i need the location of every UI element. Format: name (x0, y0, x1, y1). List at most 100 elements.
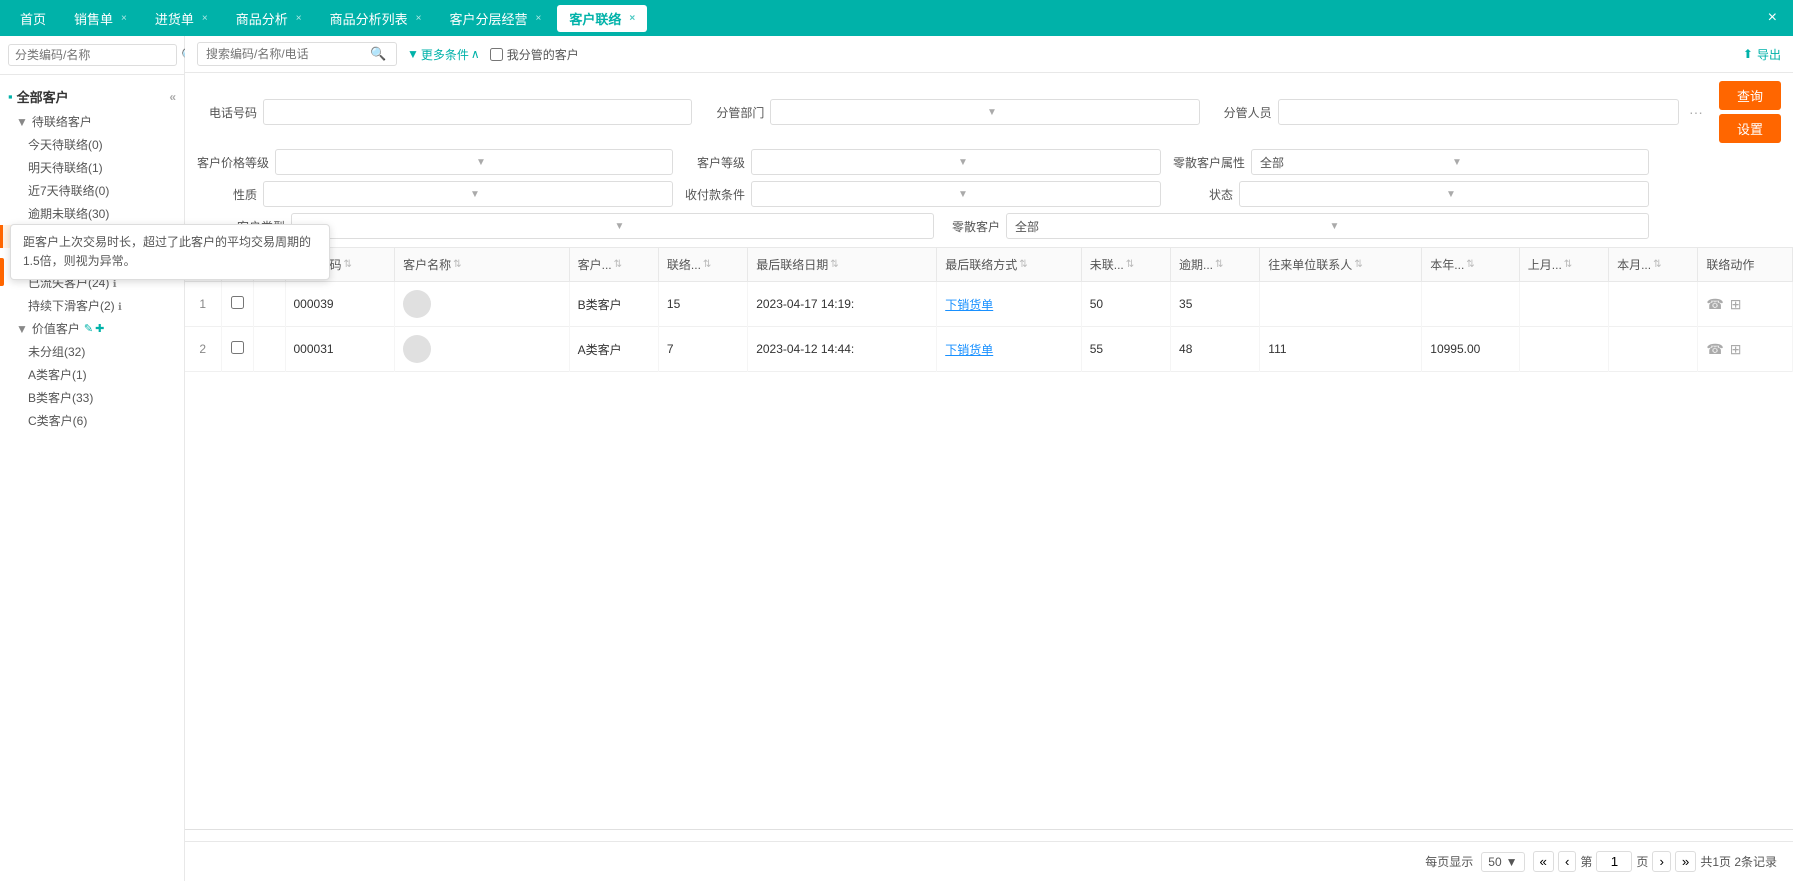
sidebar-item-b-class[interactable]: B类客户(33) (0, 386, 184, 409)
my-customers-checkbox[interactable] (490, 48, 503, 61)
add-value-icon[interactable]: ✚ (95, 322, 104, 335)
person-select[interactable] (1278, 99, 1679, 125)
scatter-customer-select[interactable]: 全部 ▼ (1006, 213, 1649, 239)
customer-level-arrow-icon: ▼ (958, 157, 1152, 168)
nature-arrow-icon: ▼ (470, 189, 664, 200)
sort-last-contact-method[interactable]: 最后联络方式 ⇅ (945, 256, 1073, 273)
sort-not-contacted[interactable]: 未联... ⇅ (1090, 256, 1162, 273)
customer-level-select[interactable]: ▼ (751, 149, 1161, 175)
close-product-analysis-icon[interactable]: × (296, 13, 302, 24)
row-last-method-2[interactable]: 下销货单 (937, 327, 1082, 372)
row-select-checkbox-1[interactable] (231, 296, 244, 309)
price-level-select[interactable]: ▼ (275, 149, 673, 175)
sidebar-item-overdue[interactable]: 逾期未联络(30) (0, 202, 184, 225)
search-input[interactable] (206, 47, 366, 61)
nav-customer-contact[interactable]: 客户联络 × (557, 5, 647, 32)
close-customer-contact-icon[interactable]: × (629, 13, 635, 24)
page-unit: 页 (1636, 853, 1648, 870)
sidebar-root[interactable]: ▪ 全部客户 « (0, 83, 184, 110)
sort-contact-person[interactable]: 往来单位联系人 ⇅ (1268, 256, 1413, 273)
horizontal-scrollbar[interactable] (185, 829, 1793, 841)
close-customer-tier-icon[interactable]: × (535, 13, 541, 24)
more-action-icon-2[interactable]: ⊞ (1730, 341, 1742, 358)
scatter-attr-select[interactable]: 全部 ▼ (1251, 149, 1649, 175)
dept-select[interactable]: ▼ (770, 99, 1199, 125)
sort-contact[interactable]: 联络... ⇅ (667, 256, 739, 273)
row-last-method-1[interactable]: 下销货单 (937, 282, 1082, 327)
sort-customer-type[interactable]: 客户... ⇅ (578, 256, 650, 273)
sort-overdue-icon: ⇅ (1215, 259, 1223, 270)
row-name-2 (395, 327, 569, 372)
th-this-year: 本年... ⇅ (1422, 248, 1520, 282)
query-btn[interactable]: 查询 (1719, 81, 1781, 110)
nav-sales[interactable]: 销售单 × (62, 5, 139, 32)
nature-select[interactable]: ▼ (263, 181, 673, 207)
filter-scatter-attr: 零散客户属性 全部 ▼ (1173, 149, 1649, 175)
more-conditions-btn[interactable]: ▼ 更多条件 ∧ (407, 46, 480, 63)
row-thismonth-2 (1609, 327, 1698, 372)
sort-this-month[interactable]: 本月... ⇅ (1617, 256, 1689, 273)
global-close-icon[interactable]: × (1760, 9, 1785, 27)
phone-label: 电话号码 (197, 104, 257, 121)
th-customer-name: 客户名称 ⇅ (395, 248, 569, 282)
page-next-btn[interactable]: › (1652, 851, 1670, 872)
sort-last-month[interactable]: 上月... ⇅ (1528, 256, 1600, 273)
edit-value-icon[interactable]: ✎ (84, 322, 93, 335)
nav-product-analysis[interactable]: 商品分析 × (224, 5, 314, 32)
sidebar-item-tomorrow[interactable]: 明天待联络(1) (0, 156, 184, 179)
sort-customer-name[interactable]: 客户名称 ⇅ (403, 256, 560, 273)
method-link-1[interactable]: 下销货单 (945, 298, 993, 312)
row-select-checkbox-2[interactable] (231, 341, 244, 354)
sort-thismonth-icon: ⇅ (1653, 259, 1661, 270)
phone-action-icon-2[interactable]: ☎ (1706, 341, 1723, 358)
filter-scatter-customer: 零散客户 全部 ▼ (940, 213, 1649, 239)
sidebar-item-c-class[interactable]: C类客户(6) (0, 409, 184, 432)
page-input[interactable] (1596, 851, 1632, 872)
page-size-select[interactable]: 50 ▼ (1481, 852, 1524, 872)
sidebar-search-input[interactable] (8, 44, 177, 66)
phone-input[interactable] (263, 99, 692, 125)
close-sales-icon[interactable]: × (121, 13, 127, 24)
search-icon[interactable]: 🔍 (370, 46, 386, 62)
export-btn[interactable]: ⬆ 导出 (1743, 46, 1781, 63)
close-product-list-icon[interactable]: × (416, 13, 422, 24)
row-checkbox-2[interactable] (221, 327, 253, 372)
filter-person: 分管人员 ··· (1212, 99, 1707, 125)
advanced-filters: 电话号码 分管部门 ▼ 分管人员 ··· (185, 73, 1793, 248)
nav-purchase[interactable]: 进货单 × (143, 5, 220, 32)
nav-customer-tier[interactable]: 客户分层经营 × (437, 5, 553, 32)
settings-btn[interactable]: 设置 (1719, 114, 1781, 143)
person-dots-icon[interactable]: ··· (1685, 104, 1707, 120)
sort-last-contact-date[interactable]: 最后联络日期 ⇅ (756, 256, 928, 273)
th-last-month: 上月... ⇅ (1519, 248, 1608, 282)
sort-overdue[interactable]: 逾期... ⇅ (1179, 256, 1251, 273)
sidebar-item-ungrouped[interactable]: 未分组(32) (0, 340, 184, 363)
status-select[interactable]: ▼ (1239, 181, 1649, 207)
customer-type-select[interactable]: ▼ (291, 213, 934, 239)
row-overdue-1: 35 (1171, 282, 1260, 327)
page-prev-btn[interactable]: ‹ (1558, 851, 1576, 872)
row-contact-1: 15 (658, 282, 747, 327)
page-first-btn[interactable]: « (1533, 851, 1554, 872)
nav-product-list[interactable]: 商品分析列表 × (318, 5, 434, 32)
filter-nature: 性质 ▼ (197, 181, 673, 207)
sidebar-item-7days[interactable]: 近7天待联络(0) (0, 179, 184, 202)
sort-this-year[interactable]: 本年... ⇅ (1430, 256, 1511, 273)
row-checkbox-1[interactable] (221, 282, 253, 327)
total-label: 共1页 2条记录 (1700, 853, 1777, 870)
page-last-btn[interactable]: » (1675, 851, 1696, 872)
filter-icon: ▼ (407, 47, 419, 61)
nav-home[interactable]: 首页 (8, 5, 58, 32)
sidebar-item-a-class[interactable]: A类客户(1) (0, 363, 184, 386)
sort-icon: ⇅ (344, 259, 352, 270)
sidebar-item-declining[interactable]: 持续下滑客户(2) ℹ (0, 294, 184, 317)
method-link-2[interactable]: 下销货单 (945, 343, 993, 357)
close-purchase-icon[interactable]: × (202, 13, 208, 24)
sidebar-item-today[interactable]: 今天待联络(0) (0, 133, 184, 156)
sidebar-section-pending[interactable]: ▼ 待联络客户 (0, 110, 184, 133)
more-action-icon-1[interactable]: ⊞ (1730, 296, 1742, 313)
phone-action-icon-1[interactable]: ☎ (1706, 296, 1723, 313)
sidebar-section-value[interactable]: ▼ 价值客户 ✎ ✚ (0, 317, 184, 340)
sidebar-collapse-icon[interactable]: « (169, 90, 176, 104)
payment-select[interactable]: ▼ (751, 181, 1161, 207)
